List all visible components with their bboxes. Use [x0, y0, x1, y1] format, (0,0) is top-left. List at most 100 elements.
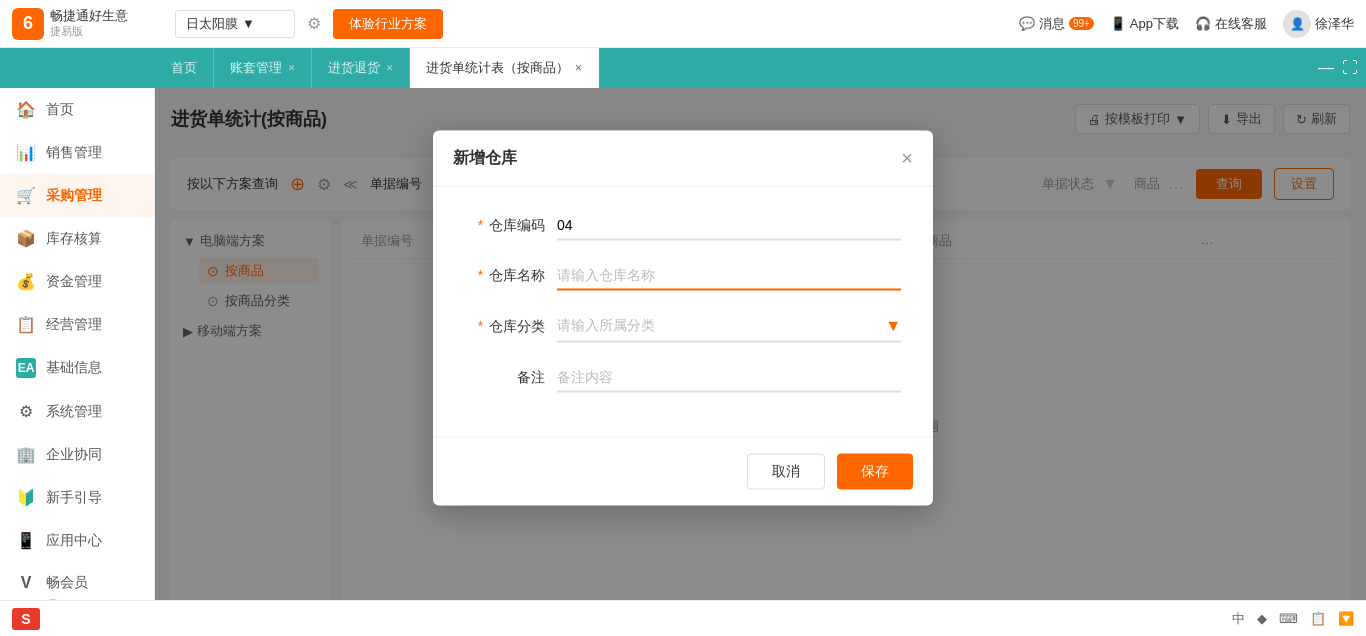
bottom-icons: 中 ◆ ⌨ 📋 🔽	[1232, 610, 1354, 628]
messages-label: 消息	[1039, 15, 1065, 33]
store-name: 日太阳膜	[186, 15, 238, 33]
apps-icon: 📱	[16, 531, 36, 550]
tab-purchase-stats-close[interactable]: ×	[575, 61, 582, 75]
sidebar-item-enterprise[interactable]: 🏢 企业协同	[0, 433, 154, 476]
enterprise-icon: 🏢	[16, 445, 36, 464]
bottom-zh-icon[interactable]: 中	[1232, 610, 1245, 628]
modal-title: 新增仓库	[453, 148, 517, 169]
sidebar-item-guide[interactable]: 🔰 新手引导	[0, 476, 154, 519]
app-download-btn[interactable]: 📱 App下载	[1110, 15, 1179, 33]
tab-expand-icon[interactable]: ⛶	[1342, 59, 1358, 77]
app-name: 畅捷通好生意	[50, 8, 128, 25]
tabbar: 首页 账套管理 × 进货退货 × 进货单统计表（按商品） × — ⛶	[0, 48, 1366, 88]
sidebar-item-system-label: 系统管理	[46, 403, 102, 421]
tab-purchase-return[interactable]: 进货退货 ×	[312, 48, 410, 88]
sidebar-item-apps-label: 应用中心	[46, 532, 102, 550]
online-service-btn[interactable]: 🎧 在线客服	[1195, 15, 1267, 33]
sidebar-item-enterprise-label: 企业协同	[46, 446, 102, 464]
tab-purchase-return-close[interactable]: ×	[386, 61, 393, 75]
guide-icon: 🔰	[16, 488, 36, 507]
purchase-icon: 🛒	[16, 186, 36, 205]
modal-footer: 取消 保存	[433, 437, 933, 506]
bottom-clipboard-icon[interactable]: 📋	[1310, 611, 1326, 626]
modal-close-button[interactable]: ×	[901, 147, 913, 170]
home-icon: 🏠	[16, 100, 36, 119]
add-warehouse-modal: 新增仓库 × * 仓库编码 * 仓库名称 * 仓库分类 请输入	[433, 131, 933, 506]
modal-header: 新增仓库 ×	[433, 131, 933, 187]
sidebar-item-inventory-label: 库存核算	[46, 230, 102, 248]
tab-accounts[interactable]: 账套管理 ×	[214, 48, 312, 88]
form-row-category: * 仓库分类 请输入所属分类 ▼	[465, 311, 901, 343]
dropdown-icon: ▼	[242, 16, 255, 31]
bottom-logo: S	[12, 608, 40, 630]
bottom-arrow-icon[interactable]: 🔽	[1338, 611, 1354, 626]
message-badge: 99+	[1069, 17, 1094, 30]
user-btn[interactable]: 👤 徐泽华	[1283, 10, 1354, 38]
topbar: 6 畅捷通好生意 捷易版 日太阳膜 ▼ ⚙ 体验行业方案 💬 消息 99+ 📱 …	[0, 0, 1366, 48]
inventory-icon: 📦	[16, 229, 36, 248]
bottom-diamond-icon[interactable]: ◆	[1257, 611, 1267, 626]
form-row-code: * 仓库编码	[465, 211, 901, 241]
category-label: * 仓库分类	[465, 318, 545, 336]
app-logo-icon: 6	[12, 8, 44, 40]
tab-home-label: 首页	[171, 59, 197, 77]
finance-icon: 💰	[16, 272, 36, 291]
operations-icon: 📋	[16, 315, 36, 334]
sidebar-item-purchase-label: 采购管理	[46, 187, 102, 205]
avatar: 👤	[1283, 10, 1311, 38]
settings-icon[interactable]: ⚙	[303, 10, 325, 37]
phone-icon: 📱	[1110, 16, 1126, 31]
warehouse-category-select[interactable]: 请输入所属分类 ▼	[557, 311, 901, 343]
sidebar-item-home[interactable]: 🏠 首页	[0, 88, 154, 131]
trial-button[interactable]: 体验行业方案	[333, 9, 443, 39]
messages-btn[interactable]: 💬 消息 99+	[1019, 15, 1094, 33]
sidebar-item-finance[interactable]: 💰 资金管理	[0, 260, 154, 303]
name-label: * 仓库名称	[465, 267, 545, 285]
tab-purchase-stats[interactable]: 进货单统计表（按商品） ×	[410, 48, 599, 88]
sidebar-item-system[interactable]: ⚙ 系统管理	[0, 390, 154, 433]
name-required-mark: *	[478, 267, 483, 283]
warehouse-name-input[interactable]	[557, 261, 901, 291]
bottom-keyboard-icon[interactable]: ⌨	[1279, 611, 1298, 626]
form-row-note: 备注	[465, 363, 901, 393]
warehouse-note-input[interactable]	[557, 363, 901, 393]
sidebar-item-purchase[interactable]: 🛒 采购管理	[0, 174, 154, 217]
bottombar: S 中 ◆ ⌨ 📋 🔽	[0, 600, 1366, 636]
app-download-label: App下载	[1130, 15, 1179, 33]
category-dropdown-icon: ▼	[885, 317, 901, 335]
store-selector[interactable]: 日太阳膜 ▼	[175, 10, 295, 38]
app-sub: 捷易版	[50, 24, 128, 39]
basic-info-icon: EA	[16, 358, 36, 378]
form-row-name: * 仓库名称	[465, 261, 901, 291]
tab-home[interactable]: 首页	[155, 48, 214, 88]
sidebar-item-sales[interactable]: 📊 销售管理	[0, 131, 154, 174]
save-button[interactable]: 保存	[837, 454, 913, 490]
category-placeholder: 请输入所属分类	[557, 317, 655, 335]
tab-minimize-icon[interactable]: —	[1318, 59, 1334, 77]
sidebar-item-basic-info[interactable]: EA 基础信息	[0, 346, 154, 390]
code-required-mark: *	[478, 217, 483, 233]
tab-accounts-label: 账套管理	[230, 59, 282, 77]
logo-area: 6 畅捷通好生意 捷易版	[12, 8, 167, 40]
category-required-mark: *	[478, 318, 483, 334]
sidebar-item-finance-label: 资金管理	[46, 273, 102, 291]
username: 徐泽华	[1315, 15, 1354, 33]
sidebar-item-apps[interactable]: 📱 应用中心	[0, 519, 154, 562]
headset-icon: 🎧	[1195, 16, 1211, 31]
tabbar-actions: — ⛶	[1318, 59, 1366, 77]
sidebar-item-guide-label: 新手引导	[46, 489, 102, 507]
s-logo-icon: S	[12, 608, 40, 630]
sidebar-item-operations-label: 经营管理	[46, 316, 102, 334]
topbar-right: 💬 消息 99+ 📱 App下载 🎧 在线客服 👤 徐泽华	[1019, 10, 1354, 38]
sidebar-item-basic-info-label: 基础信息	[46, 359, 102, 377]
cancel-button[interactable]: 取消	[747, 454, 825, 490]
tab-accounts-close[interactable]: ×	[288, 61, 295, 75]
sales-icon: 📊	[16, 143, 36, 162]
tab-purchase-return-label: 进货退货	[328, 59, 380, 77]
sidebar-item-operations[interactable]: 📋 经营管理	[0, 303, 154, 346]
note-label: 备注	[465, 369, 545, 387]
sidebar-item-inventory[interactable]: 📦 库存核算	[0, 217, 154, 260]
system-icon: ⚙	[16, 402, 36, 421]
sidebar-item-home-label: 首页	[46, 101, 74, 119]
warehouse-code-input[interactable]	[557, 211, 901, 241]
